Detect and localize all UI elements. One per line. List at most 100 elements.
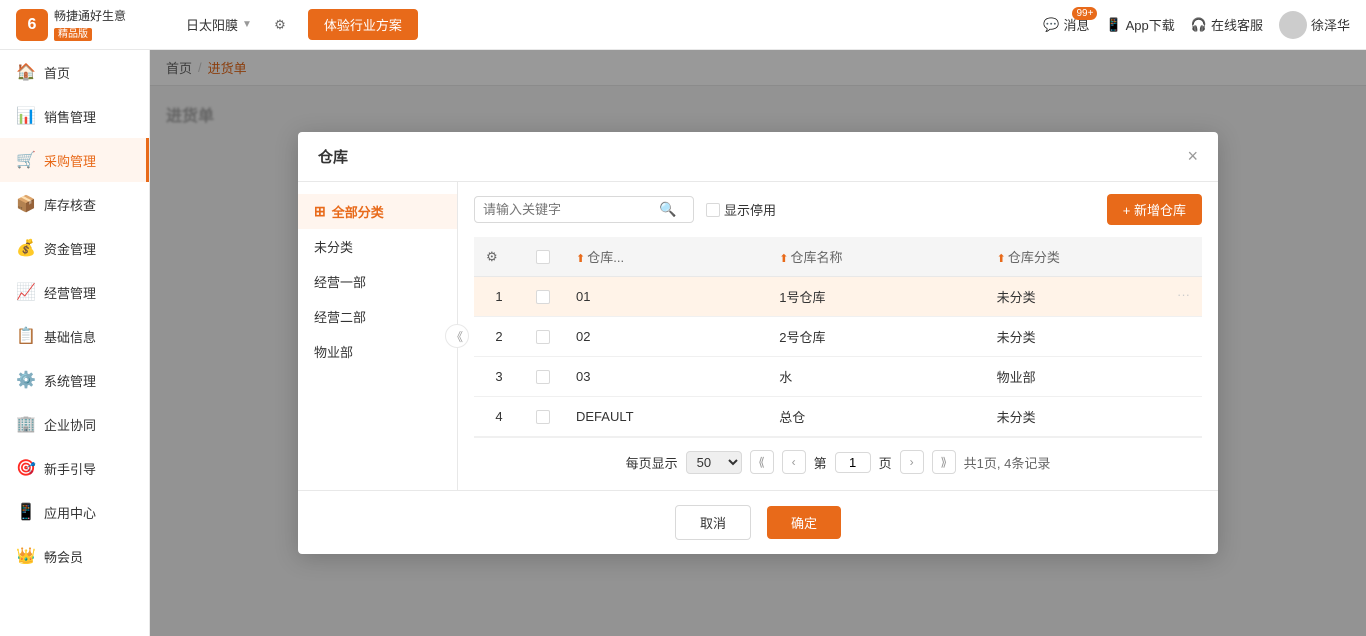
table-container: ⚙ ⬆仓库... ⬆仓库名称 ⬆仓库分类	[474, 237, 1202, 437]
next-page-button[interactable]: ›	[900, 450, 924, 474]
sidebar-item-member[interactable]: 👑畅会员	[0, 534, 149, 578]
sidebar-item-inventory[interactable]: 📦库存核查	[0, 182, 149, 226]
sort-icon-code: ⬆	[576, 253, 585, 265]
category-list: 未分类经营一部经营二部物业部	[298, 229, 457, 369]
category-item-1[interactable]: 经营一部	[298, 264, 457, 299]
modal-close-button[interactable]: ×	[1187, 146, 1198, 167]
row-category: 物业部	[985, 357, 1202, 397]
category-all-label: 全部分类	[332, 202, 384, 221]
sidebar-icon-home: 🏠	[16, 62, 36, 82]
sidebar-icon-member: 👑	[16, 546, 36, 566]
messages-badge: 99+	[1072, 7, 1097, 20]
row-code: DEFAULT	[564, 397, 767, 437]
sidebar-item-purchase[interactable]: 🛒采购管理	[0, 138, 149, 182]
search-icon[interactable]: 🔍	[659, 201, 676, 218]
app-download-button[interactable]: 📱 App下载	[1105, 15, 1174, 34]
row-select-checkbox[interactable]	[536, 290, 550, 304]
row-name: 1号仓库	[767, 277, 984, 317]
sidebar-item-finance[interactable]: 💰资金管理	[0, 226, 149, 270]
sidebar-item-home[interactable]: 🏠 首页	[0, 50, 149, 94]
row-name: 总仓	[767, 397, 984, 437]
online-service-button[interactable]: 🎧 在线客服	[1191, 15, 1263, 34]
modal-footer: 取消 确定	[298, 490, 1218, 554]
modal-header: 仓库 ×	[298, 132, 1218, 182]
logo-icon: 6	[16, 9, 48, 41]
modal-title: 仓库	[318, 146, 348, 167]
sort-icon-name: ⬆	[779, 253, 788, 265]
sidebar-item-guide[interactable]: 🎯新手引导	[0, 446, 149, 490]
row-checkbox-cell[interactable]	[524, 317, 564, 357]
row-no: 3	[474, 357, 524, 397]
sidebar-label-home: 首页	[44, 63, 70, 82]
show-disabled-checkbox[interactable]: 显示停用	[706, 200, 776, 219]
category-item-3[interactable]: 物业部	[298, 334, 457, 369]
messages-button[interactable]: 💬 消息 99+	[1043, 15, 1089, 34]
col-header-name[interactable]: ⬆仓库名称	[767, 237, 984, 277]
select-all-checkbox[interactable]	[536, 250, 550, 264]
category-item-2[interactable]: 经营二部	[298, 299, 457, 334]
page-size-select[interactable]: 50 20 100	[686, 451, 742, 474]
sidebar-item-sales[interactable]: 📊销售管理	[0, 94, 149, 138]
col-header-code[interactable]: ⬆仓库...	[564, 237, 767, 277]
message-icon: 💬	[1043, 17, 1059, 33]
table-panel: 🔍 显示停用 + 新增仓库	[458, 182, 1218, 490]
settings-button[interactable]: ⚙	[264, 9, 296, 41]
experience-button[interactable]: 体验行业方案	[308, 9, 418, 40]
row-category: 未分类	[985, 397, 1202, 437]
category-item-0[interactable]: 未分类	[298, 229, 457, 264]
row-select-checkbox[interactable]	[536, 370, 550, 384]
table-row[interactable]: 1 01 1号仓库 未分类···	[474, 277, 1202, 317]
confirm-button[interactable]: 确定	[767, 506, 841, 539]
content-area: 首页 / 进货单 进货单 仓库 × ⊞	[150, 50, 1366, 636]
sidebar-item-enterprise[interactable]: 🏢企业协同	[0, 402, 149, 446]
row-checkbox-cell[interactable]	[524, 397, 564, 437]
total-info: 共1页, 4条记录	[964, 453, 1051, 472]
sidebar-label-basic: 基础信息	[44, 327, 96, 346]
row-checkbox-cell[interactable]	[524, 357, 564, 397]
row-more-button[interactable]: ···	[1177, 287, 1190, 302]
current-page-input[interactable]	[835, 452, 871, 473]
cancel-button[interactable]: 取消	[675, 505, 751, 540]
row-checkbox-cell[interactable]	[524, 277, 564, 317]
online-service-label: 在线客服	[1211, 15, 1263, 34]
top-header: 6 畅捷通好生意 精品版 日太阳膜 ▼ ⚙ 体验行业方案 💬 消息 99+ 📱 …	[0, 0, 1366, 50]
page-size-label: 每页显示	[626, 453, 678, 472]
sidebar-label-system: 系统管理	[44, 371, 96, 390]
col-header-category[interactable]: ⬆仓库分类	[985, 237, 1202, 277]
col-header-check[interactable]	[524, 237, 564, 277]
disabled-checkbox[interactable]	[706, 203, 720, 217]
branch-selector[interactable]: 日太阳膜 ▼	[186, 15, 252, 34]
user-avatar	[1279, 11, 1307, 39]
sidebar-item-system[interactable]: ⚙️ 系统管理	[0, 358, 149, 402]
row-select-checkbox[interactable]	[536, 410, 550, 424]
sort-icon-category: ⬆	[997, 253, 1006, 265]
sidebar-item-basic[interactable]: 📋基础信息	[0, 314, 149, 358]
row-category: 未分类···	[985, 277, 1202, 317]
collapse-panel-button[interactable]: 《	[445, 324, 469, 348]
sidebar-label-purchase: 采购管理	[44, 151, 96, 170]
table-row[interactable]: 2 02 2号仓库 未分类	[474, 317, 1202, 357]
table-row[interactable]: 3 03 水 物业部	[474, 357, 1202, 397]
prev-page-button[interactable]: ‹	[782, 450, 806, 474]
table-row[interactable]: 4 DEFAULT 总仓 未分类	[474, 397, 1202, 437]
col-header-settings[interactable]: ⚙	[474, 237, 524, 277]
table-body: 1 01 1号仓库 未分类··· 2 02 2号仓库 未分类 3 03 水 物业…	[474, 277, 1202, 437]
row-code: 01	[564, 277, 767, 317]
sidebar: 🏠 首页 📊销售管理🛒采购管理📦库存核查💰资金管理📈经营管理📋基础信息 ⚙️ 系统管理 🏢…	[0, 50, 150, 636]
category-all-item[interactable]: ⊞ 全部分类	[298, 194, 457, 229]
pagination: 每页显示 50 20 100 ⟪ ‹ 第 页 ›	[474, 437, 1202, 478]
grid-icon: ⊞	[314, 203, 326, 220]
sidebar-label-guide: 新手引导	[44, 459, 96, 478]
sidebar-item-apps[interactable]: 📱应用中心	[0, 490, 149, 534]
first-page-button[interactable]: ⟪	[750, 450, 774, 474]
add-warehouse-button[interactable]: + 新增仓库	[1107, 194, 1202, 225]
sidebar-icon-system: ⚙️	[16, 370, 36, 390]
search-input[interactable]	[483, 202, 653, 217]
sidebar-label-apps: 应用中心	[44, 503, 96, 522]
user-profile-button[interactable]: 徐泽华	[1279, 11, 1350, 39]
row-select-checkbox[interactable]	[536, 330, 550, 344]
logo-badge: 精品版	[54, 28, 92, 41]
sidebar-icon-sales: 📊	[16, 106, 36, 126]
sidebar-item-operations[interactable]: 📈经营管理	[0, 270, 149, 314]
last-page-button[interactable]: ⟫	[932, 450, 956, 474]
